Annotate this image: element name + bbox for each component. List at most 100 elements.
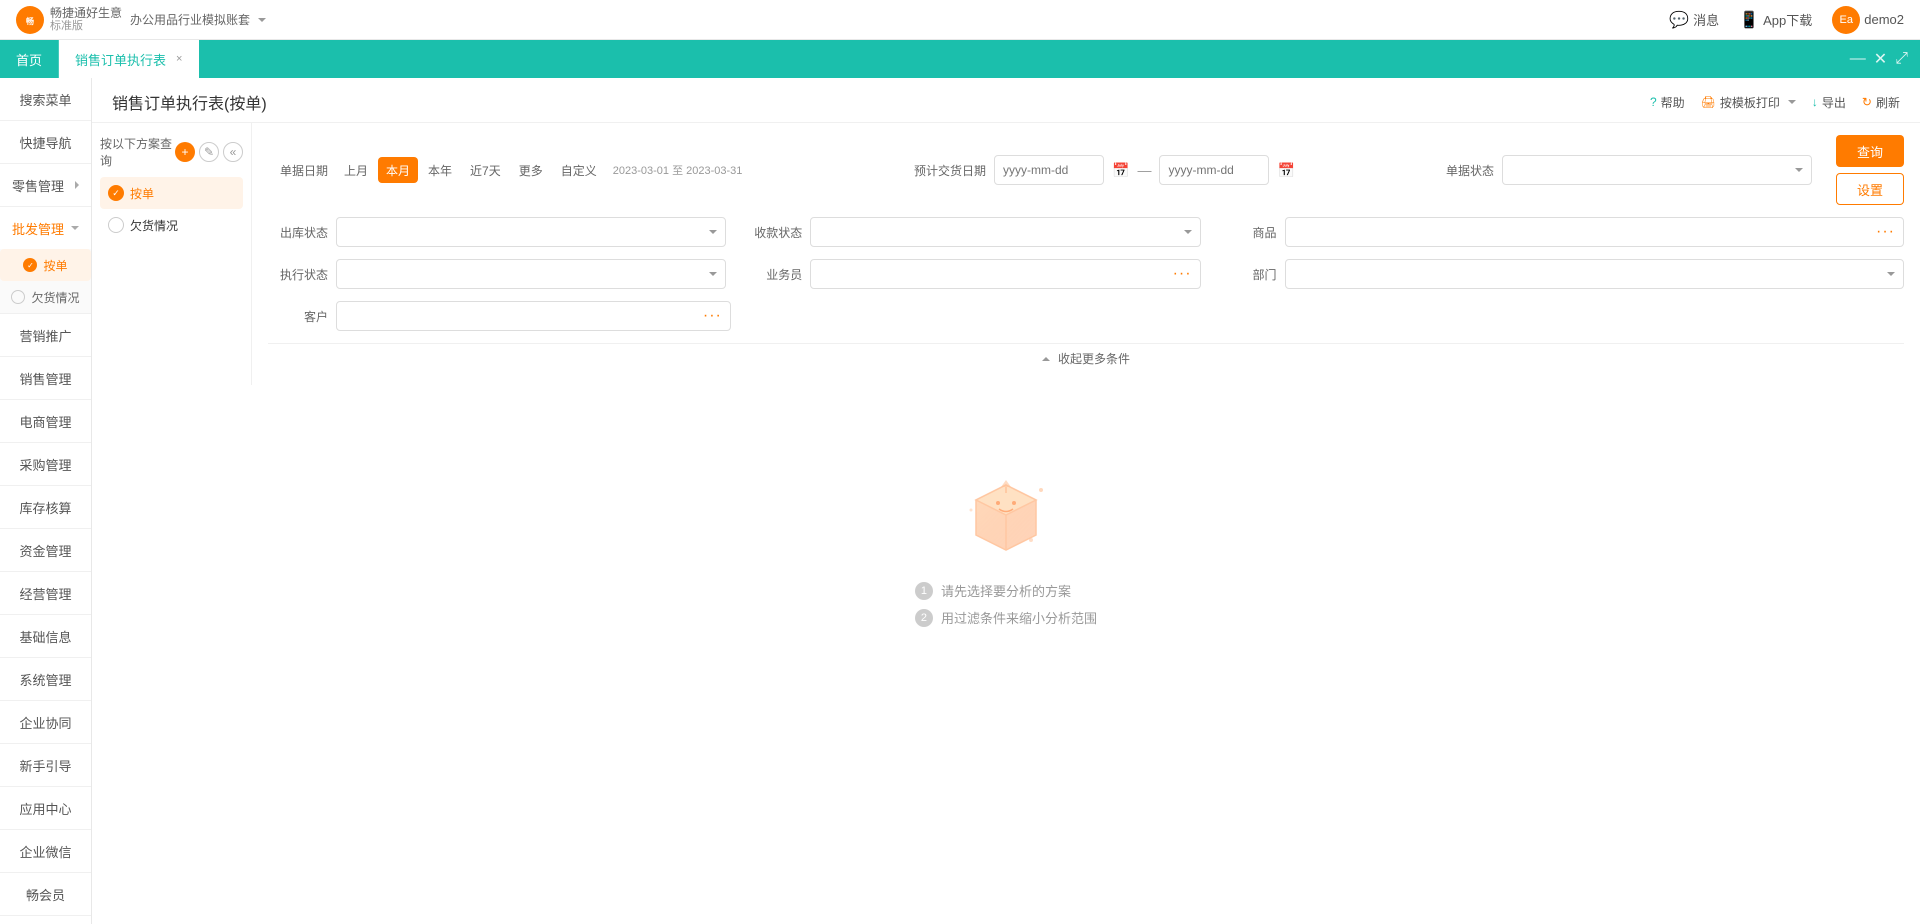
sidebar-basic-btn[interactable]: 基础信息: [0, 615, 91, 657]
product-dots-icon[interactable]: ···: [1876, 223, 1895, 241]
customer-dots-icon[interactable]: ···: [703, 307, 722, 325]
nav-tabs: 首页 销售订单执行表 × — ✕ ⤢: [0, 40, 1920, 78]
filter-salesperson-field: 业务员 ···: [742, 259, 1200, 289]
sidebar-item-operations: 经营管理: [0, 572, 91, 615]
edit-plan-button[interactable]: ✎: [199, 142, 219, 162]
exec-status-dropdown[interactable]: [336, 259, 726, 289]
out-status-dropdown[interactable]: [336, 217, 726, 247]
logo-icon: 畅: [16, 6, 44, 34]
sidebar-sub-item-order[interactable]: ✓ 按单: [0, 249, 91, 281]
sidebar-finance-btn[interactable]: 资金管理: [0, 529, 91, 571]
sidebar-item-inventory: 库存核算: [0, 486, 91, 529]
filter-collectstatus-field: 收款状态: [742, 217, 1200, 247]
top-bar-left: 畅 畅捷通好生意 标准版 办公用品行业模拟账套: [16, 6, 266, 34]
sidebar-item-quicknav[interactable]: 快捷导航: [0, 121, 91, 163]
phone-icon: 📱: [1739, 10, 1759, 30]
sidebar-ecommerce-btn[interactable]: 电商管理: [0, 400, 91, 442]
filter-row-1: 单据日期 上月 本月 本年 近7天 更多 自定义 2023-03-01 至 20…: [268, 135, 1904, 205]
plan-item-order[interactable]: ✓ 按单: [100, 177, 243, 209]
collapse-left-button[interactable]: «: [223, 142, 243, 162]
sidebar-item-system: 系统管理: [0, 658, 91, 701]
tab-home[interactable]: 首页: [0, 40, 59, 78]
shortage-icon: [11, 290, 25, 304]
sidebar-item-marketing: 营销推广: [0, 314, 91, 357]
status-dropdown[interactable]: [1502, 155, 1812, 185]
date-range-text: 2023-03-01 至 2023-03-31: [613, 162, 743, 178]
logo-text: 畅捷通好生意 标准版: [50, 6, 122, 34]
date-btn-7days[interactable]: 近7天: [462, 157, 509, 183]
collect-status-dropdown[interactable]: [810, 217, 1200, 247]
sidebar-wholesale-btn[interactable]: 批发管理: [0, 207, 91, 249]
sidebar-cooperation-btn[interactable]: 企业协同: [0, 701, 91, 743]
date-btn-thismonth[interactable]: 本月: [378, 157, 418, 183]
customer-input[interactable]: ···: [336, 301, 731, 331]
calendar-end-icon[interactable]: 📅: [1277, 162, 1294, 179]
sidebar-item-appcenter: 应用中心: [0, 787, 91, 830]
settings-button[interactable]: 设置: [1836, 173, 1904, 205]
maximize-window-icon[interactable]: ⤢: [1895, 50, 1908, 68]
sidebar-newbie-btn[interactable]: 新手引导: [0, 744, 91, 786]
date-btn-thisyear[interactable]: 本年: [420, 157, 460, 183]
search-actions: 查询 设置: [1836, 135, 1904, 205]
filter-left-panel: 按以下方案查询 + ✎ « ✓ 按单 欠货情况: [92, 123, 252, 385]
help-button[interactable]: ? 帮助: [1650, 94, 1685, 111]
message-icon: 💬: [1669, 10, 1689, 30]
export-button[interactable]: ↓ 导出: [1812, 94, 1846, 111]
sidebar-sales-btn[interactable]: 销售管理: [0, 357, 91, 399]
minimize-window-icon[interactable]: —: [1850, 50, 1866, 68]
sidebar-system-btn[interactable]: 系统管理: [0, 658, 91, 700]
salesperson-dots-icon[interactable]: ···: [1173, 265, 1192, 283]
close-window-icon[interactable]: ✕: [1874, 49, 1887, 69]
sidebar-marketing-btn[interactable]: 营销推广: [0, 314, 91, 356]
tab-close-icon[interactable]: ×: [176, 53, 182, 65]
user-menu[interactable]: Ea demo2: [1832, 6, 1904, 34]
plan-order-icon: ✓: [108, 185, 124, 201]
sidebar-sub-item-shortage[interactable]: 欠货情况: [0, 281, 91, 313]
filter-left-title: 按以下方案查询 + ✎ «: [100, 135, 243, 169]
chevron-up-icon: [1042, 357, 1050, 361]
expected-date-end-input[interactable]: [1159, 155, 1269, 185]
filter-row-3: 执行状态 业务员 ···: [268, 259, 1904, 289]
plan-item-shortage[interactable]: 欠货情况: [100, 209, 243, 241]
product-input[interactable]: ···: [1285, 217, 1904, 247]
sidebar-quicknav-section: 快捷导航: [0, 121, 91, 164]
expected-date-start-input[interactable]: [994, 155, 1104, 185]
collapse-button[interactable]: 收起更多条件: [268, 343, 1904, 373]
chevron-down-icon: [258, 18, 266, 22]
sidebar-search[interactable]: 搜索菜单: [0, 78, 91, 120]
sidebar: 搜索菜单 快捷导航 零售管理 批发管理 ✓ 按单: [0, 78, 92, 924]
export-icon: ↓: [1812, 95, 1818, 109]
sidebar-appcenter-btn[interactable]: 应用中心: [0, 787, 91, 829]
empty-tips: 1 请先选择要分析的方案 2 用过滤条件来缩小分析范围: [915, 581, 1097, 627]
company-dropdown[interactable]: 办公用品行业模拟账套: [130, 11, 266, 28]
date-btn-custom[interactable]: 自定义: [553, 157, 605, 183]
calendar-start-icon[interactable]: 📅: [1112, 162, 1129, 179]
sidebar-member-btn[interactable]: 畅会员: [0, 873, 91, 915]
arrow-right-icon: [75, 181, 79, 189]
add-plan-button[interactable]: +: [175, 142, 195, 162]
sidebar-search-section: 搜索菜单: [0, 78, 91, 121]
refresh-button[interactable]: ↻ 刷新: [1862, 94, 1900, 111]
sidebar-item-wholesale: 批发管理 ✓ 按单 欠货情况: [0, 207, 91, 314]
plan-shortage-icon: [108, 217, 124, 233]
message-button[interactable]: 💬 消息: [1669, 10, 1719, 30]
sidebar-wechat-btn[interactable]: 企业微信: [0, 830, 91, 872]
empty-state: 1 请先选择要分析的方案 2 用过滤条件来缩小分析范围: [92, 385, 1920, 707]
date-btn-more[interactable]: 更多: [511, 157, 551, 183]
salesperson-label: 业务员: [742, 266, 802, 283]
dept-dropdown[interactable]: [1285, 259, 1904, 289]
filter-row-4: 客户 ···: [268, 301, 1904, 331]
search-button[interactable]: 查询: [1836, 135, 1904, 167]
status-label: 单据状态: [1434, 162, 1494, 179]
tab-sales-order[interactable]: 销售订单执行表 ×: [59, 40, 199, 78]
tip-num-1: 1: [915, 582, 933, 600]
sidebar-purchase-btn[interactable]: 采购管理: [0, 443, 91, 485]
sidebar-wholesale-sub: ✓ 按单 欠货情况: [0, 249, 91, 313]
sidebar-retail-btn[interactable]: 零售管理: [0, 164, 91, 206]
print-button[interactable]: 🖨 按模板打印: [1701, 94, 1796, 111]
sidebar-operations-btn[interactable]: 经营管理: [0, 572, 91, 614]
date-btn-lastmonth[interactable]: 上月: [336, 157, 376, 183]
sidebar-inventory-btn[interactable]: 库存核算: [0, 486, 91, 528]
app-download-button[interactable]: 📱 App下载: [1739, 10, 1812, 30]
salesperson-input[interactable]: ···: [810, 259, 1200, 289]
